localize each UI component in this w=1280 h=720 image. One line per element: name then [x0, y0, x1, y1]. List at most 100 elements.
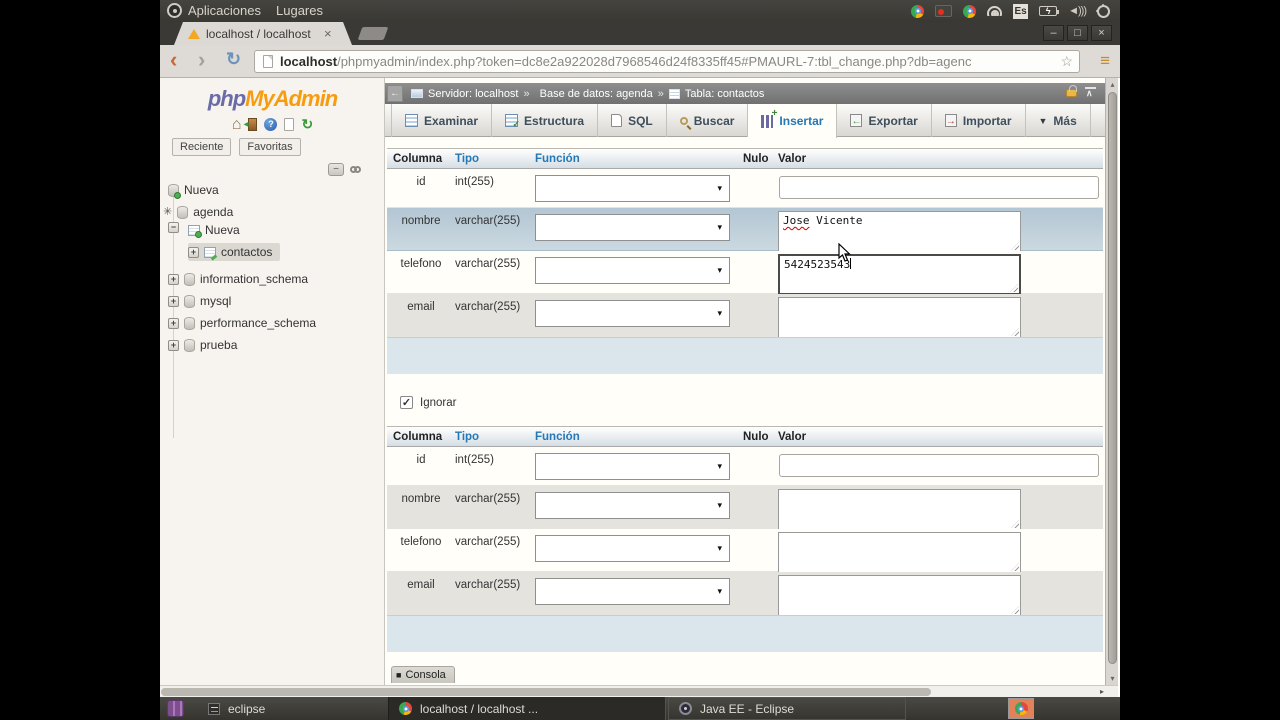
- resize-handle[interactable]: [1010, 284, 1018, 292]
- resize-handle[interactable]: [1011, 328, 1019, 336]
- value-textarea-telefono[interactable]: [778, 532, 1021, 573]
- tab-close-icon[interactable]: ×: [324, 26, 332, 41]
- tab-más[interactable]: ▼ Más: [1026, 104, 1091, 137]
- tree-item-Nueva[interactable]: Nueva: [168, 181, 219, 199]
- expand-icon[interactable]: +: [168, 339, 179, 351]
- url-text[interactable]: localhost/phpmyadmin/index.php?token=dc8…: [280, 54, 1056, 69]
- breadcrumb-item[interactable]: Tabla: contactos: [685, 88, 765, 100]
- function-select-telefono[interactable]: ▾: [535, 535, 730, 562]
- link-icon[interactable]: [350, 160, 361, 178]
- value-textarea-nombre[interactable]: [778, 489, 1021, 530]
- scroll-right-arrow[interactable]: ▸: [1100, 687, 1104, 696]
- url-bar[interactable]: localhost/phpmyadmin/index.php?token=dc8…: [254, 50, 1080, 73]
- expand-icon[interactable]: +: [168, 295, 179, 307]
- taskbar-item-0[interactable]: eclipse: [198, 697, 275, 720]
- tree-item-information_schema[interactable]: + information_schema: [168, 270, 308, 288]
- scroll-down-arrow[interactable]: ▾: [1106, 674, 1119, 683]
- tab-importar[interactable]: Importar: [932, 104, 1026, 137]
- vertical-scrollbar[interactable]: ▴ ▾: [1105, 78, 1118, 685]
- value-textarea-telefono[interactable]: 5424523543: [778, 254, 1021, 295]
- tree-item-mysql[interactable]: + mysql: [168, 292, 231, 310]
- function-select-id[interactable]: ▾: [535, 453, 730, 480]
- ignore-checkbox[interactable]: ✓: [400, 396, 413, 409]
- tab-examinar[interactable]: Examinar: [391, 104, 493, 137]
- volume-icon[interactable]: ◄))): [1068, 5, 1087, 17]
- collapse-top-icon[interactable]: [1085, 87, 1097, 99]
- taskbar-item-2[interactable]: Java EE - Eclipse: [668, 697, 906, 720]
- minimize-button[interactable]: –: [1043, 25, 1064, 41]
- forward-button[interactable]: ›: [198, 47, 205, 73]
- resize-handle[interactable]: [1011, 606, 1019, 614]
- header-función[interactable]: Función: [535, 431, 580, 443]
- docs-icon[interactable]: [284, 118, 295, 131]
- chrome-launcher[interactable]: [1008, 698, 1034, 719]
- expand-icon[interactable]: +: [188, 246, 199, 258]
- value-input-id[interactable]: [779, 454, 1099, 477]
- resize-handle[interactable]: [1011, 242, 1019, 250]
- reload-button[interactable]: ↻: [226, 49, 241, 70]
- header-tipo[interactable]: Tipo: [455, 431, 479, 443]
- new-tab-button[interactable]: [357, 27, 389, 40]
- quick-button-reciente[interactable]: Reciente: [172, 138, 232, 156]
- tree-item-agenda[interactable]: ✳ agenda: [163, 203, 233, 221]
- phpmyadmin-logo[interactable]: phpMyAdmin: [160, 86, 385, 112]
- tab-exportar[interactable]: Exportar: [837, 104, 932, 137]
- back-button[interactable]: ‹: [170, 47, 177, 73]
- quick-button-favoritas[interactable]: Favoritas: [239, 138, 301, 156]
- tab-sql[interactable]: SQL: [598, 104, 667, 137]
- tree-item-prueba[interactable]: + prueba: [168, 336, 237, 354]
- tab-estructura[interactable]: Estructura: [492, 104, 599, 137]
- maximize-button[interactable]: □: [1067, 25, 1088, 41]
- help-icon[interactable]: ?: [264, 118, 278, 131]
- logout-icon[interactable]: [243, 118, 258, 131]
- screen-recorder-icon[interactable]: [935, 5, 953, 17]
- keyboard-layout-indicator[interactable]: Es: [1013, 3, 1029, 19]
- vertical-scroll-thumb[interactable]: [1107, 92, 1117, 664]
- console-toggle[interactable]: ■ Consola: [391, 666, 455, 683]
- taskbar-item-1[interactable]: localhost / localhost ...: [388, 697, 666, 720]
- tree-item-performance_schema[interactable]: + performance_schema: [168, 314, 316, 332]
- value-textarea-email[interactable]: [778, 575, 1021, 616]
- resize-handle[interactable]: [1011, 520, 1019, 528]
- wifi-icon[interactable]: [987, 6, 1003, 16]
- home-icon[interactable]: ⌂: [232, 116, 242, 132]
- function-select-email[interactable]: ▾: [535, 300, 730, 327]
- resize-handle[interactable]: [1011, 563, 1019, 571]
- value-input-id[interactable]: [779, 176, 1099, 199]
- session-gear-icon[interactable]: [1097, 4, 1110, 18]
- header-tipo[interactable]: Tipo: [455, 153, 479, 165]
- value-textarea-email[interactable]: [778, 297, 1021, 338]
- workspace-switcher-icon[interactable]: [167, 700, 184, 717]
- refresh-icon[interactable]: ↻: [301, 117, 313, 131]
- chrome-tray-icon[interactable]: [911, 4, 925, 18]
- expand-icon[interactable]: +: [168, 317, 179, 329]
- bookmark-star-icon[interactable]: ☆: [1060, 53, 1073, 70]
- horizontal-scroll-thumb[interactable]: [161, 688, 931, 696]
- tree-item-contactos[interactable]: + contactos: [188, 243, 281, 261]
- function-select-id[interactable]: ▾: [535, 175, 730, 202]
- function-select-nombre[interactable]: ▾: [535, 214, 730, 241]
- panel-menu-lugares[interactable]: Lugares: [276, 3, 323, 18]
- tab-insertar[interactable]: Insertar: [748, 104, 838, 138]
- tab-buscar[interactable]: Buscar: [667, 104, 749, 137]
- scroll-up-arrow[interactable]: ▴: [1106, 80, 1119, 89]
- horizontal-scrollbar[interactable]: ▸: [160, 685, 1118, 697]
- header-función[interactable]: Función: [535, 153, 580, 165]
- function-select-nombre[interactable]: ▾: [535, 492, 730, 519]
- function-select-telefono[interactable]: ▾: [535, 257, 730, 284]
- battery-icon[interactable]: ϟ: [1039, 6, 1060, 16]
- breadcrumb-item[interactable]: Servidor: localhost: [428, 88, 519, 100]
- chrome-tray-icon-2[interactable]: [963, 4, 977, 18]
- close-button[interactable]: ×: [1091, 25, 1112, 41]
- function-select-email[interactable]: ▾: [535, 578, 730, 605]
- collapse-all-button[interactable]: −: [328, 162, 344, 176]
- expand-icon[interactable]: +: [168, 273, 179, 285]
- value-textarea-nombre[interactable]: Jose Vicente: [778, 211, 1021, 252]
- distributor-logo-icon[interactable]: [167, 3, 182, 18]
- browser-menu-icon[interactable]: ≡: [1100, 51, 1110, 71]
- panel-collapse-left-button[interactable]: ←: [387, 85, 403, 102]
- tree-item-Nueva[interactable]: Nueva: [188, 221, 240, 239]
- browser-tab[interactable]: localhost / localhost ×: [174, 22, 352, 45]
- panel-menu-aplicaciones[interactable]: Aplicaciones: [188, 3, 261, 18]
- breadcrumb-item[interactable]: Base de datos: agenda: [540, 88, 653, 100]
